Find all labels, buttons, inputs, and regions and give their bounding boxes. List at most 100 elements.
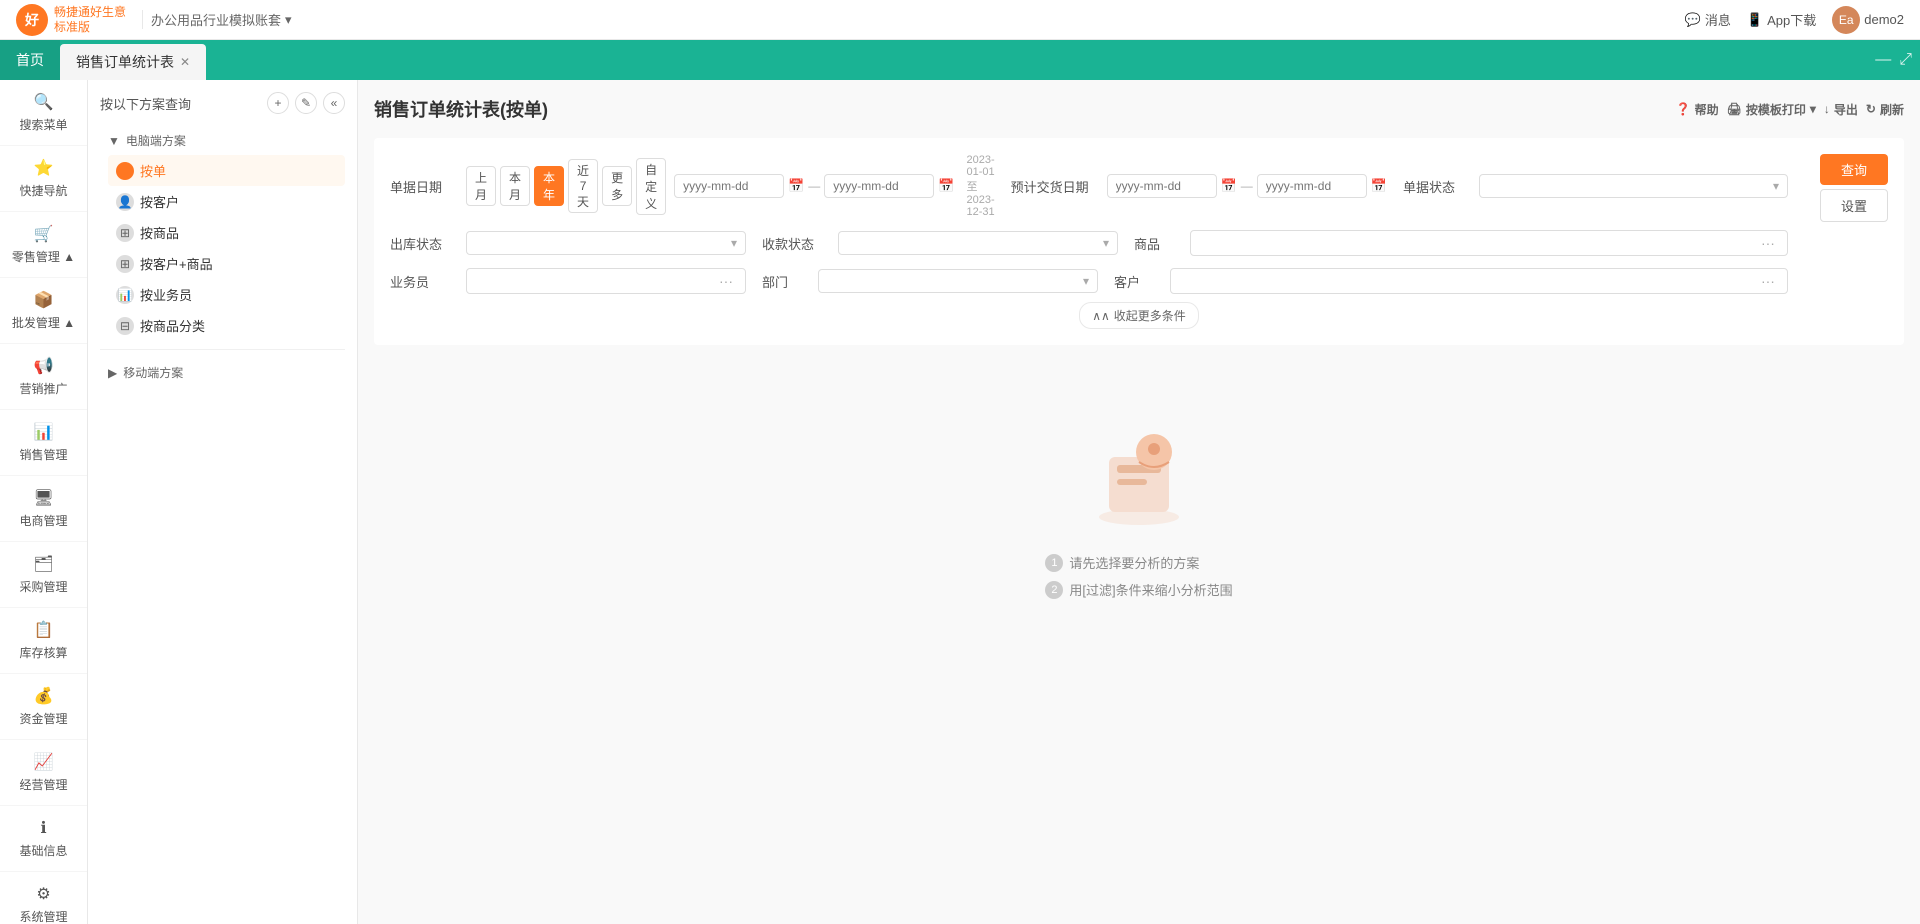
page-title-bar: 销售订单统计表(按单) ❓ 帮助 🖨 按模板打印 ▾ ↓ 导出 <box>374 96 1904 122</box>
scheme-by-product[interactable]: ⊞ 按商品 <box>108 217 345 248</box>
chevron-down-icon: ▾ <box>285 12 292 28</box>
product-ellipsis[interactable]: ··· <box>1757 235 1779 251</box>
sidebar-item-purchase[interactable]: 🗂 采购管理 <box>0 542 87 608</box>
mobile-section-header[interactable]: ▶ 移动端方案 <box>100 358 345 387</box>
expected-delivery-start[interactable] <box>1107 174 1217 198</box>
department-select[interactable]: ▾ <box>818 269 1098 293</box>
date-start-input[interactable] <box>674 174 784 198</box>
sidebar: 🔍 搜索菜单 ⭐ 快捷导航 🛒 零售管理 ▲ 📦 批发管理 ▲ 📢 营销推广 📊… <box>0 80 88 924</box>
sidebar-item-basic-info[interactable]: ℹ 基础信息 <box>0 806 87 872</box>
minimize-icon[interactable]: — <box>1875 51 1891 69</box>
scheme-by-customer-product[interactable]: ⊞ 按客户+商品 <box>108 248 345 279</box>
pc-section-header[interactable]: ▼ 电脑端方案 <box>100 126 345 155</box>
collapse-panel-btn[interactable]: « <box>323 92 345 114</box>
edit-scheme-btn[interactable]: ✎ <box>295 92 317 114</box>
receipt-status-select[interactable]: ▾ <box>838 231 1118 255</box>
sidebar-item-operations[interactable]: 📈 经营管理 <box>0 740 87 806</box>
this-year-btn[interactable]: 本年 <box>534 166 564 206</box>
close-tab-icon[interactable]: ✕ <box>180 55 190 69</box>
left-panel-actions: + ✎ « <box>267 92 345 114</box>
message-icon: 💬 <box>1685 12 1701 28</box>
salesperson-ellipsis[interactable]: ··· <box>715 273 737 289</box>
tab-bar: 首页 销售订单统计表 ✕ — ⤢ <box>0 40 1920 80</box>
department-dropdown-icon: ▾ <box>1083 274 1089 288</box>
scheme-by-salesperson[interactable]: 📊 按业务员 <box>108 279 345 310</box>
customer-select[interactable]: ··· <box>1170 268 1788 294</box>
product-label: 商品 <box>1134 234 1174 253</box>
empty-tip-1: 1 请先选择要分析的方案 <box>1045 553 1232 572</box>
scheme-by-order[interactable]: ● 按单 <box>108 155 345 186</box>
marketing-icon: 📢 <box>4 356 83 376</box>
refresh-icon: ↻ <box>1866 102 1876 116</box>
calendar-expected-start-icon[interactable]: 📅 <box>1221 178 1237 194</box>
status-select[interactable]: ▾ <box>1479 174 1788 198</box>
page-title-actions: ❓ 帮助 🖨 按模板打印 ▾ ↓ 导出 ↻ 刷新 <box>1676 101 1904 118</box>
salesperson-select[interactable]: ··· <box>466 268 746 294</box>
help-btn[interactable]: ❓ 帮助 <box>1676 101 1719 118</box>
app-download-btn[interactable]: 📱 App下载 <box>1747 10 1816 29</box>
last-month-btn[interactable]: 上月 <box>466 166 496 206</box>
customer-label: 客户 <box>1114 272 1154 291</box>
custom-btn[interactable]: 自定义 <box>636 158 666 215</box>
sidebar-item-system[interactable]: ⚙ 系统管理 <box>0 872 87 924</box>
date-separator: — <box>808 179 820 193</box>
scheme-by-product-category[interactable]: ⊟ 按商品分类 <box>108 310 345 341</box>
collapse-row: ∧∧ 收起更多条件 <box>390 302 1888 329</box>
scheme-by-customer[interactable]: 👤 按客户 <box>108 186 345 217</box>
department-label: 部门 <box>762 272 802 291</box>
customer-ellipsis[interactable]: ··· <box>1757 273 1779 289</box>
purchase-icon: 🗂 <box>4 554 83 574</box>
this-month-btn[interactable]: 本月 <box>500 166 530 206</box>
tab-home[interactable]: 首页 <box>0 40 60 80</box>
by-customer-product-icon: ⊞ <box>116 255 134 273</box>
finance-icon: 💰 <box>4 686 83 706</box>
help-icon: ❓ <box>1676 102 1691 116</box>
more-btn[interactable]: 更多 <box>602 166 632 206</box>
by-customer-label: 按客户 <box>140 192 179 211</box>
sidebar-item-inventory[interactable]: 📋 库存核算 <box>0 608 87 674</box>
sidebar-item-ecom[interactable]: 🖥 电商管理 <box>0 476 87 542</box>
avatar: Ea <box>1832 6 1860 34</box>
calendar-end-icon[interactable]: 📅 <box>938 178 954 194</box>
left-panel: 按以下方案查询 + ✎ « ▼ 电脑端方案 ● 按单 👤 按客户 <box>88 80 358 924</box>
last-7-days-btn[interactable]: 近7天 <box>568 159 598 213</box>
product-select[interactable]: ··· <box>1190 230 1788 256</box>
by-product-category-icon: ⊟ <box>116 317 134 335</box>
calendar-start-icon[interactable]: 📅 <box>788 178 804 194</box>
download-icon: 📱 <box>1747 12 1763 28</box>
refresh-btn[interactable]: ↻ 刷新 <box>1866 101 1904 118</box>
sidebar-item-wholesale[interactable]: 📦 批发管理 ▲ <box>0 278 87 344</box>
settings-btn[interactable]: 设置 <box>1820 189 1888 222</box>
main-layout: 🔍 搜索菜单 ⭐ 快捷导航 🛒 零售管理 ▲ 📦 批发管理 ▲ 📢 营销推广 📊… <box>0 80 1920 924</box>
inventory-icon: 📋 <box>4 620 83 640</box>
add-scheme-btn[interactable]: + <box>267 92 289 114</box>
export-btn[interactable]: ↓ 导出 <box>1824 101 1858 118</box>
delivery-status-select[interactable]: ▾ <box>466 231 746 255</box>
collapse-btn[interactable]: ∧∧ 收起更多条件 <box>1079 302 1199 329</box>
empty-state: 1 请先选择要分析的方案 2 用[过滤]条件来缩小分析范围 <box>374 357 1904 667</box>
collapsed-icon: ▶ <box>108 366 117 380</box>
status-label: 单据状态 <box>1403 177 1463 196</box>
sidebar-item-marketing[interactable]: 📢 营销推广 <box>0 344 87 410</box>
sidebar-item-finance[interactable]: 💰 资金管理 <box>0 674 87 740</box>
sidebar-item-sales[interactable]: 📊 销售管理 <box>0 410 87 476</box>
expected-delivery-end[interactable] <box>1257 174 1367 198</box>
maximize-icon[interactable]: ⤢ <box>1899 51 1912 69</box>
template-print-btn[interactable]: 🖨 按模板打印 ▾ <box>1727 101 1816 118</box>
row2: 出库状态 ▾ 收款状态 ▾ 商品 <box>390 230 1788 256</box>
sidebar-item-quick-nav[interactable]: ⭐ 快捷导航 <box>0 146 87 212</box>
left-panel-header: 按以下方案查询 + ✎ « <box>100 92 345 114</box>
query-btn[interactable]: 查询 <box>1820 154 1888 185</box>
filter-area: 单据日期 上月 本月 本年 近7天 更多 自定义 <box>374 138 1904 345</box>
query-actions: 查询 设置 <box>1820 154 1888 222</box>
date-shortcuts: 上月 本月 本年 近7天 更多 自定义 <box>466 158 666 215</box>
sidebar-item-retail[interactable]: 🛒 零售管理 ▲ <box>0 212 87 278</box>
user-menu[interactable]: Ea demo2 <box>1832 6 1904 34</box>
message-btn[interactable]: 💬 消息 <box>1685 10 1731 29</box>
wholesale-icon: 📦 <box>4 290 83 310</box>
tab-sales-order-stats[interactable]: 销售订单统计表 ✕ <box>60 44 206 80</box>
calendar-expected-end-icon[interactable]: 📅 <box>1371 178 1387 194</box>
date-end-input[interactable] <box>824 174 934 198</box>
sidebar-item-search-menu[interactable]: 🔍 搜索菜单 <box>0 80 87 146</box>
app-selector[interactable]: 办公用品行业模拟账套 ▾ <box>142 10 300 29</box>
